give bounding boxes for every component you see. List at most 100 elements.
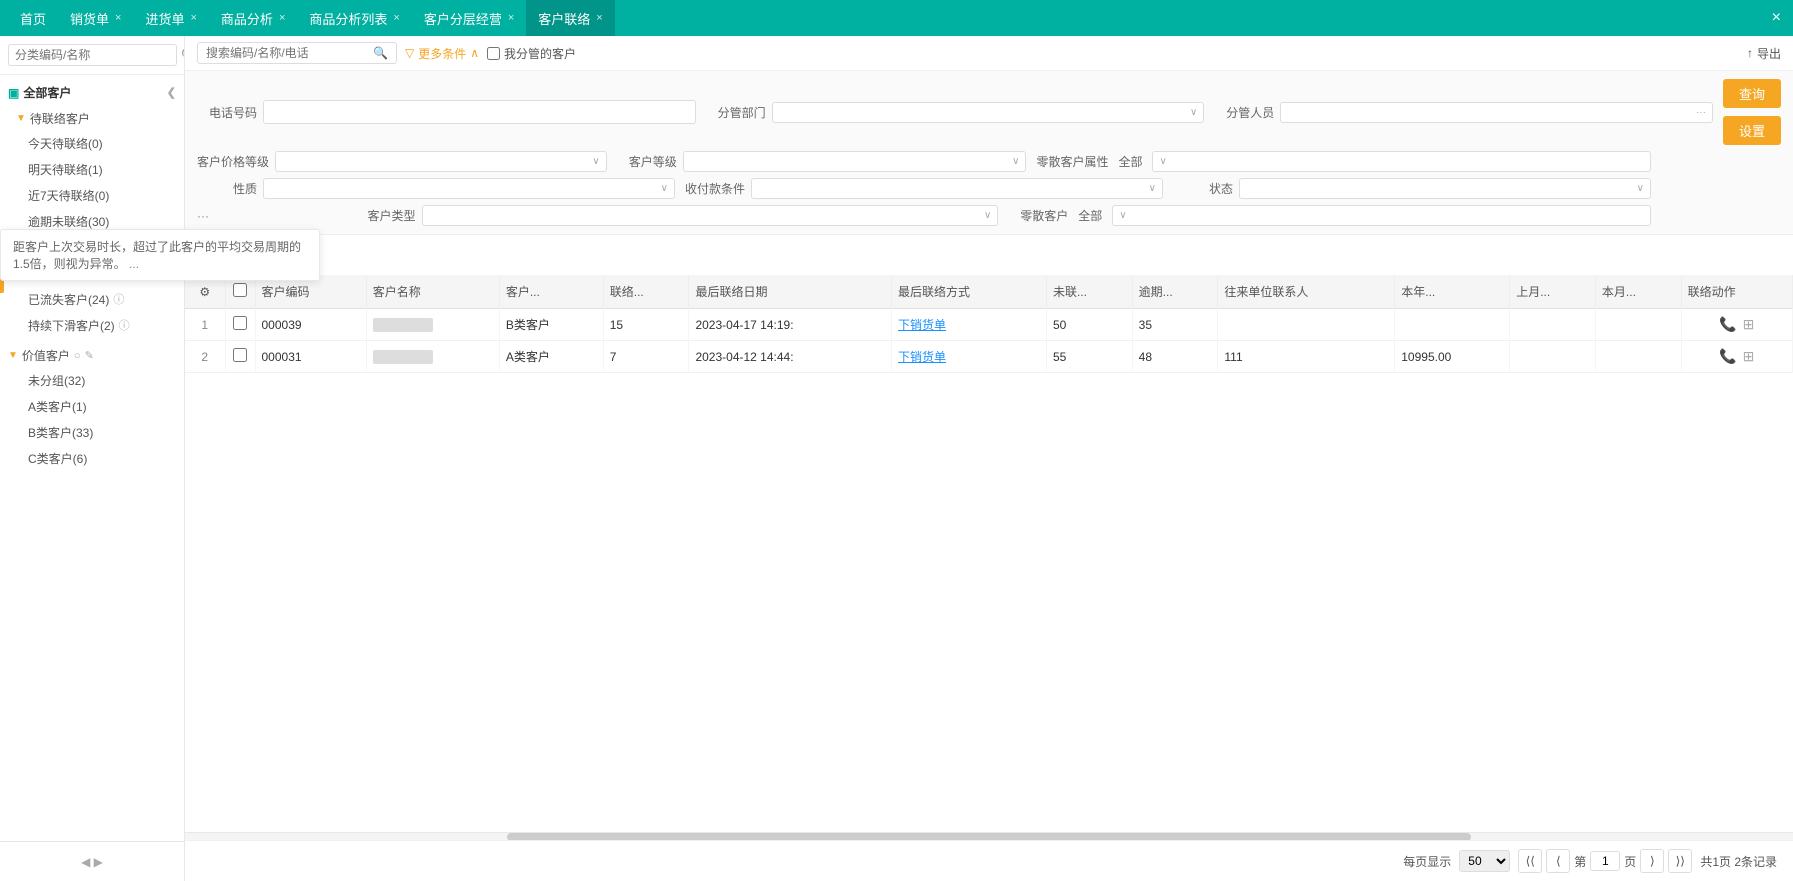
row2-phone-icon[interactable]: 📞 xyxy=(1719,348,1736,365)
my-customers-checkbox[interactable]: 我分管的客户 xyxy=(487,45,576,62)
filter-row-2: 客户价格等级 ∨ 客户等级 ∨ 零散客户属性 全部 xyxy=(197,151,1781,172)
next-page-button[interactable]: ⟩ xyxy=(1640,849,1664,873)
search-input[interactable] xyxy=(206,46,369,60)
row1-checkbox[interactable] xyxy=(233,316,247,330)
close-customer-tier-tab[interactable]: × xyxy=(508,12,514,24)
payment-chevron: ∨ xyxy=(1149,183,1156,194)
row2-contact2: 111 xyxy=(1218,341,1395,373)
more-dots-button[interactable]: ··· xyxy=(197,209,209,223)
close-product-analysis-list-tab[interactable]: × xyxy=(393,12,399,24)
customer-level-field: 客户等级 ∨ xyxy=(617,151,1027,172)
value-settings-icon[interactable]: ✎ xyxy=(85,349,94,362)
customer-level-select[interactable]: ∨ xyxy=(683,151,1027,172)
more-filters-button[interactable]: ▽ 更多条件 ∧ xyxy=(405,45,479,62)
price-level-chevron: ∨ xyxy=(592,156,599,167)
row1-num: 1 xyxy=(185,309,225,341)
tree-item-today[interactable]: 今天待联络(0) xyxy=(0,131,184,157)
customer-type-select[interactable]: ∨ xyxy=(422,205,999,226)
settings-button[interactable]: 设置 xyxy=(1723,116,1781,145)
row2-action: 📞 ⊞ xyxy=(1681,341,1792,373)
per-page-select[interactable]: 50 20 100 xyxy=(1459,850,1510,872)
th-name: 客户名称 xyxy=(366,275,499,309)
my-customers-check[interactable] xyxy=(487,47,500,60)
nav-customer-contact[interactable]: 客户联络 × xyxy=(526,0,614,36)
dept-select[interactable]: ∨ xyxy=(772,102,1205,123)
horizontal-scrollbar[interactable] xyxy=(185,832,1793,840)
payment-select[interactable]: ∨ xyxy=(751,178,1163,199)
nav-home[interactable]: 首页 xyxy=(8,0,58,36)
close-sales-tab[interactable]: × xyxy=(115,12,121,24)
price-level-field: 客户价格等级 ∨ xyxy=(197,151,607,172)
nav-product-analysis-list[interactable]: 商品分析列表 × xyxy=(297,0,411,36)
price-level-select[interactable]: ∨ xyxy=(275,151,607,172)
page-unit: 页 xyxy=(1624,853,1636,870)
row2-grid-icon[interactable]: ⊞ xyxy=(1743,348,1755,365)
nav-customer-tier[interactable]: 客户分层经营 × xyxy=(412,0,526,36)
tree-item-class-c[interactable]: C类客户(6) xyxy=(0,446,184,472)
dept-chevron-icon: ∨ xyxy=(1190,107,1197,118)
row2-contact: 7 xyxy=(603,341,689,373)
phone-input[interactable] xyxy=(263,100,696,124)
tree-item-keep-falling[interactable]: 持续下滑客户(2) ⓘ xyxy=(0,313,184,339)
scatter-customer-chevron: ∨ xyxy=(1119,210,1126,221)
scatter-customer-select[interactable]: ∨ xyxy=(1112,205,1651,226)
row1-method-link[interactable]: 下销货单 xyxy=(898,318,946,332)
scatter-attr-select[interactable]: ∨ xyxy=(1152,151,1651,172)
tree-item-already-lost[interactable]: 已流失客户(24) ⓘ xyxy=(0,287,184,313)
row2-last-method: 下销货单 xyxy=(891,341,1046,373)
close-purchase-tab[interactable]: × xyxy=(190,12,196,24)
prev-page-button[interactable]: ⟨ xyxy=(1546,849,1570,873)
tree-item-class-b[interactable]: B类客户(33) xyxy=(0,420,184,446)
page-label: 第 xyxy=(1574,853,1586,870)
row2-checkbox[interactable] xyxy=(233,348,247,362)
window-close-button[interactable]: × xyxy=(1772,9,1781,27)
nature-select[interactable]: ∨ xyxy=(263,178,675,199)
sidebar-search-input[interactable] xyxy=(8,44,177,66)
tree-item-7days[interactable]: 近7天待联络(0) xyxy=(0,183,184,209)
customer-type-label: 客户类型 xyxy=(356,207,416,224)
top-navigation: 首页 销货单 × 进货单 × 商品分析 × 商品分析列表 × 客户分层经营 × … xyxy=(0,0,1793,36)
customer-level-chevron: ∨ xyxy=(1012,156,1019,167)
nav-sales[interactable]: 销货单 × xyxy=(58,0,133,36)
tree-item-ungrouped[interactable]: 未分组(32) xyxy=(0,368,184,394)
content-area: 🔍 ▽ 更多条件 ∧ 我分管的客户 ↑ 导出 电话号码 xyxy=(185,36,1793,881)
row1-phone-icon[interactable]: 📞 xyxy=(1719,316,1736,333)
close-customer-contact-tab[interactable]: × xyxy=(596,12,602,24)
row1-code: 000039 xyxy=(255,309,366,341)
dept-field: 分管部门 ∨ xyxy=(706,102,1205,123)
nav-purchase[interactable]: 进货单 × xyxy=(133,0,208,36)
page-number-input[interactable] xyxy=(1590,851,1620,871)
scatter-attr-chevron: ∨ xyxy=(1159,156,1166,167)
filter-bar: 🔍 ▽ 更多条件 ∧ 我分管的客户 ↑ 导出 xyxy=(185,36,1793,71)
search-bar: 🔍 xyxy=(197,42,397,64)
row2-method-link[interactable]: 下销货单 xyxy=(898,350,946,364)
row1-action-icons: 📞 ⊞ xyxy=(1688,316,1786,333)
tree-value-customer-header[interactable]: ▼ 价值客户 ○ ✎ xyxy=(0,343,184,368)
select-all-checkbox[interactable] xyxy=(233,283,247,297)
th-last-method: 最后联络方式 xyxy=(891,275,1046,309)
table-settings-icon[interactable]: ⚙ xyxy=(199,285,210,299)
close-product-analysis-tab[interactable]: × xyxy=(279,12,285,24)
last-page-button[interactable]: ⟩⟩ xyxy=(1668,849,1692,873)
query-button[interactable]: 查询 xyxy=(1723,79,1781,108)
row1-grid-icon[interactable]: ⊞ xyxy=(1743,316,1755,333)
row1-last-date: 2023-04-17 14:19: xyxy=(689,309,892,341)
payment-field: 收付款条件 ∨ xyxy=(685,178,1163,199)
manager-select[interactable]: ··· xyxy=(1280,102,1713,123)
keep-falling-info-icon[interactable]: ⓘ xyxy=(119,318,130,335)
export-button[interactable]: ↑ 导出 xyxy=(1747,45,1781,62)
first-page-button[interactable]: ⟨⟨ xyxy=(1518,849,1542,873)
status-select[interactable]: ∨ xyxy=(1239,178,1651,199)
tree-pending-contact[interactable]: ▼ 待联络客户 xyxy=(0,106,184,131)
already-lost-info-icon[interactable]: ⓘ xyxy=(113,292,124,309)
tree-all-customers[interactable]: ▣ 全部客户 ❮ xyxy=(0,79,184,106)
row2-action-icons: 📞 ⊞ xyxy=(1688,348,1786,365)
table-row: 1 000039 B类客户 15 2023-04-17 14:19: 下销货单 xyxy=(185,309,1793,341)
row2-pending: 55 xyxy=(1046,341,1132,373)
tree-item-class-a[interactable]: A类客户(1) xyxy=(0,394,184,420)
sidebar-expand-arrow[interactable]: ◀ ▶ xyxy=(81,855,103,869)
tree-item-tomorrow[interactable]: 明天待联络(1) xyxy=(0,157,184,183)
value-edit-icon[interactable]: ○ xyxy=(74,350,81,362)
nav-product-analysis[interactable]: 商品分析 × xyxy=(209,0,297,36)
row1-check xyxy=(225,309,255,341)
